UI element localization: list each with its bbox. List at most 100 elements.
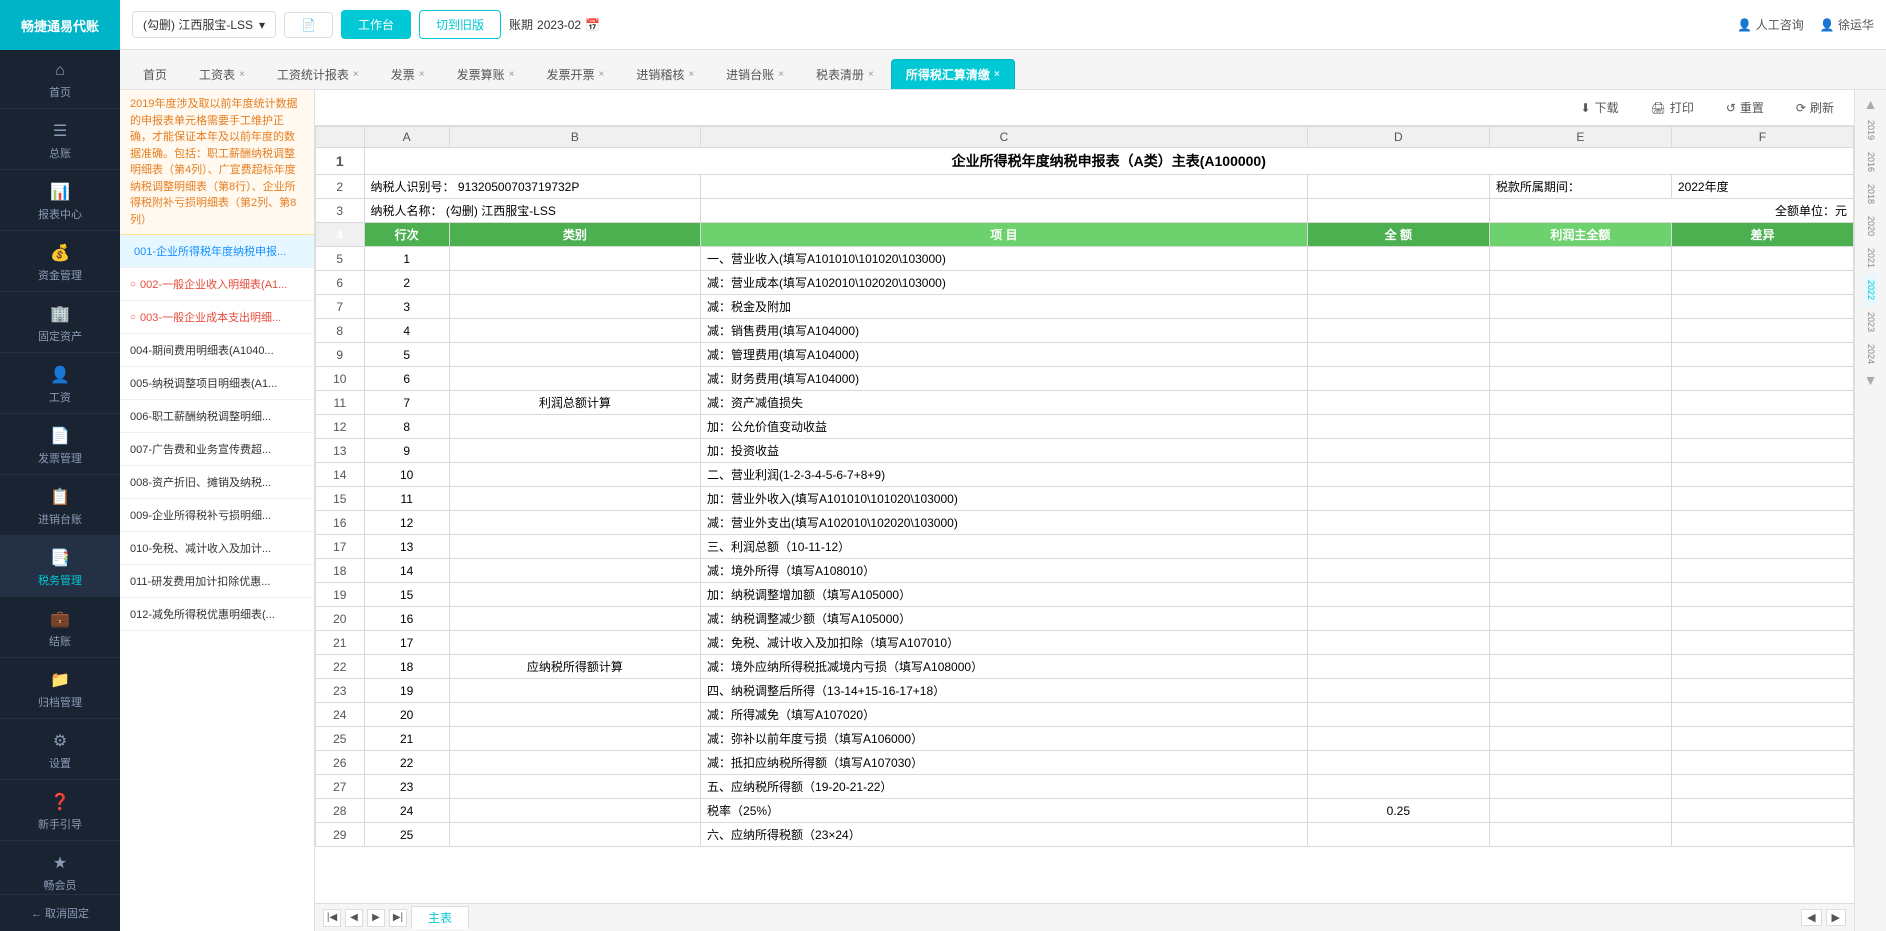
cell-12d[interactable] bbox=[1307, 415, 1489, 439]
cell-20a[interactable]: 16 bbox=[364, 607, 449, 631]
tab-salary-stat[interactable]: 工资统计报表 × bbox=[262, 59, 374, 89]
cell-8d[interactable] bbox=[1307, 319, 1489, 343]
cell-5c[interactable]: 一、营业收入(填写A101010\101020\103000) bbox=[701, 247, 1308, 271]
timeline-year-2024[interactable]: 2024 bbox=[1864, 338, 1877, 370]
sidebar-item-archive[interactable]: 📁 归档管理 bbox=[0, 658, 120, 719]
sidebar-item-close[interactable]: 💼 结账 bbox=[0, 597, 120, 658]
cell-11b[interactable]: 利润总额计算 bbox=[449, 391, 700, 415]
cell-16f[interactable] bbox=[1671, 511, 1853, 535]
sidebar-item-finance[interactable]: 💰 资金管理 bbox=[0, 231, 120, 292]
cell-23f[interactable] bbox=[1671, 679, 1853, 703]
cell-14c[interactable]: 二、营业利润(1-2-3-4-5-6-7+8+9) bbox=[701, 463, 1308, 487]
cell-9c[interactable]: 减：管理费用(填写A104000) bbox=[701, 343, 1308, 367]
cell-22f[interactable] bbox=[1671, 655, 1853, 679]
cell-13f[interactable] bbox=[1671, 439, 1853, 463]
sheet-nav-prev[interactable]: ◀ bbox=[345, 909, 363, 927]
cell-7b[interactable] bbox=[449, 295, 700, 319]
refresh-button[interactable]: ⟳ 刷新 bbox=[1788, 96, 1842, 119]
download-button[interactable]: ⬇ 下载 bbox=[1573, 96, 1627, 119]
cell-29b[interactable] bbox=[449, 823, 700, 847]
cell-6c[interactable]: 减：营业成本(填写A102010\102020\103000) bbox=[701, 271, 1308, 295]
tab-invoice-open[interactable]: 发票开票 × bbox=[531, 59, 619, 89]
sidebar-pin-toggle[interactable]: ← 取消固定 bbox=[0, 894, 120, 931]
cell-13d[interactable] bbox=[1307, 439, 1489, 463]
tab-tax-list[interactable]: 税表清册 × bbox=[801, 59, 889, 89]
cell-19d[interactable] bbox=[1307, 583, 1489, 607]
cell-8b[interactable] bbox=[449, 319, 700, 343]
cell-26e[interactable] bbox=[1489, 751, 1671, 775]
sidebar-item-assets[interactable]: 🏢 固定资产 bbox=[0, 292, 120, 353]
sidebar-item-invoice[interactable]: 📄 发票管理 bbox=[0, 414, 120, 475]
sidebar-item-home[interactable]: ⌂ 首页 bbox=[0, 50, 120, 109]
cell-11a[interactable]: 7 bbox=[364, 391, 449, 415]
report-item-001[interactable]: 001-企业所得税年度纳税申报... bbox=[120, 235, 314, 268]
cell-6b[interactable] bbox=[449, 271, 700, 295]
report-item-004[interactable]: 004-期间费用明细表(A1040... bbox=[120, 334, 314, 367]
timeline-year-2022[interactable]: 2022 bbox=[1864, 274, 1877, 306]
cell-12f[interactable] bbox=[1671, 415, 1853, 439]
tab-inout-ledger-close[interactable]: × bbox=[778, 69, 784, 80]
cell-21d[interactable] bbox=[1307, 631, 1489, 655]
timeline-year-2023[interactable]: 2023 bbox=[1864, 306, 1877, 338]
reset-button[interactable]: ↺ 重置 bbox=[1718, 96, 1772, 119]
cell-15e[interactable] bbox=[1489, 487, 1671, 511]
sidebar-item-tax[interactable]: 📑 税务管理 bbox=[0, 536, 120, 597]
cell-5a[interactable]: 1 bbox=[364, 247, 449, 271]
cell-24a[interactable]: 20 bbox=[364, 703, 449, 727]
cell-9b[interactable] bbox=[449, 343, 700, 367]
cell-9d[interactable] bbox=[1307, 343, 1489, 367]
timeline-year-2018[interactable]: 2018 bbox=[1864, 178, 1877, 210]
cell-18f[interactable] bbox=[1671, 559, 1853, 583]
cell-21e[interactable] bbox=[1489, 631, 1671, 655]
cell-18e[interactable] bbox=[1489, 559, 1671, 583]
cell-15b[interactable] bbox=[449, 487, 700, 511]
cell-21f[interactable] bbox=[1671, 631, 1853, 655]
cell-9f[interactable] bbox=[1671, 343, 1853, 367]
workbench-button[interactable]: 工作台 bbox=[341, 10, 411, 39]
cell-19f[interactable] bbox=[1671, 583, 1853, 607]
timeline-arrow-down[interactable]: ▼ bbox=[1862, 370, 1880, 390]
cell-27f[interactable] bbox=[1671, 775, 1853, 799]
cell-22d[interactable] bbox=[1307, 655, 1489, 679]
tab-invoice-open-close[interactable]: × bbox=[598, 69, 604, 80]
cell-8f[interactable] bbox=[1671, 319, 1853, 343]
timeline-arrow-up[interactable]: ▲ bbox=[1862, 94, 1880, 114]
tab-salary-stat-close[interactable]: × bbox=[353, 69, 359, 80]
cell-14f[interactable] bbox=[1671, 463, 1853, 487]
print-button[interactable]: 🖨 打印 bbox=[1643, 96, 1702, 119]
service-btn[interactable]: 👤 人工咨询 bbox=[1737, 16, 1803, 33]
tab-inout-audit-close[interactable]: × bbox=[688, 69, 694, 80]
cell-16e[interactable] bbox=[1489, 511, 1671, 535]
doc-btn[interactable]: 📄 bbox=[284, 12, 333, 38]
cell-13a[interactable]: 9 bbox=[364, 439, 449, 463]
company-selector[interactable]: (勾删) 江西服宝-LSS ▾ bbox=[132, 11, 276, 38]
cell-13b[interactable] bbox=[449, 439, 700, 463]
cell-29c[interactable]: 六、应纳所得税额（23×24） bbox=[701, 823, 1308, 847]
cell-20b[interactable] bbox=[449, 607, 700, 631]
tab-invoice-calc[interactable]: 发票算账 × bbox=[442, 59, 530, 89]
tab-salary[interactable]: 工资表 × bbox=[184, 59, 260, 89]
cell-10d[interactable] bbox=[1307, 367, 1489, 391]
cell-27d[interactable] bbox=[1307, 775, 1489, 799]
cell-29e[interactable] bbox=[1489, 823, 1671, 847]
cell-23d[interactable] bbox=[1307, 679, 1489, 703]
tab-invoice-calc-close[interactable]: × bbox=[509, 69, 515, 80]
cell-18a[interactable]: 14 bbox=[364, 559, 449, 583]
cell-9a[interactable]: 5 bbox=[364, 343, 449, 367]
tab-income-tax[interactable]: 所得税汇算清缴 × bbox=[891, 59, 1015, 89]
cell-7f[interactable] bbox=[1671, 295, 1853, 319]
cell-10b[interactable] bbox=[449, 367, 700, 391]
timeline-year-2021[interactable]: 2021 bbox=[1864, 242, 1877, 274]
sidebar-item-salary[interactable]: 👤 工资 bbox=[0, 353, 120, 414]
cell-8a[interactable]: 4 bbox=[364, 319, 449, 343]
cell-5e[interactable] bbox=[1489, 247, 1671, 271]
cell-19e[interactable] bbox=[1489, 583, 1671, 607]
cell-18b[interactable] bbox=[449, 559, 700, 583]
cell-16a[interactable]: 12 bbox=[364, 511, 449, 535]
cell-27b[interactable] bbox=[449, 775, 700, 799]
cell-17e[interactable] bbox=[1489, 535, 1671, 559]
cell-22e[interactable] bbox=[1489, 655, 1671, 679]
cell-24b[interactable] bbox=[449, 703, 700, 727]
cell-22c[interactable]: 减：境外应纳所得税抵减境内亏损（填写A108000） bbox=[701, 655, 1308, 679]
report-item-012[interactable]: 012-减免所得税优惠明细表(... bbox=[120, 598, 314, 631]
